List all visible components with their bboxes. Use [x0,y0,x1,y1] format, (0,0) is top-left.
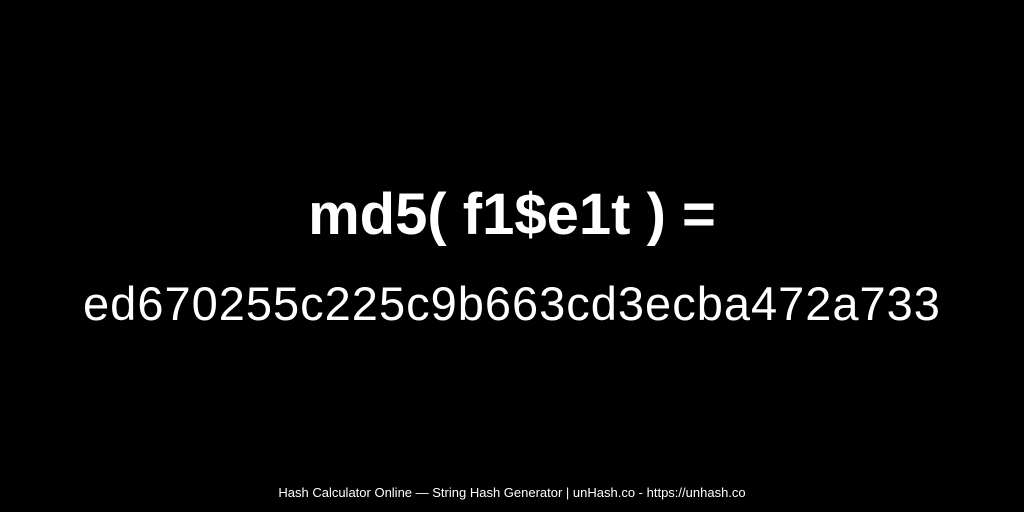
footer-attribution: Hash Calculator Online — String Hash Gen… [0,485,1024,500]
main-content: md5( f1$e1t ) = ed670255c225c9b663cd3ecb… [0,0,1024,512]
hash-result: ed670255c225c9b663cd3ecba472a733 [83,276,941,331]
hash-expression: md5( f1$e1t ) = [308,181,716,248]
